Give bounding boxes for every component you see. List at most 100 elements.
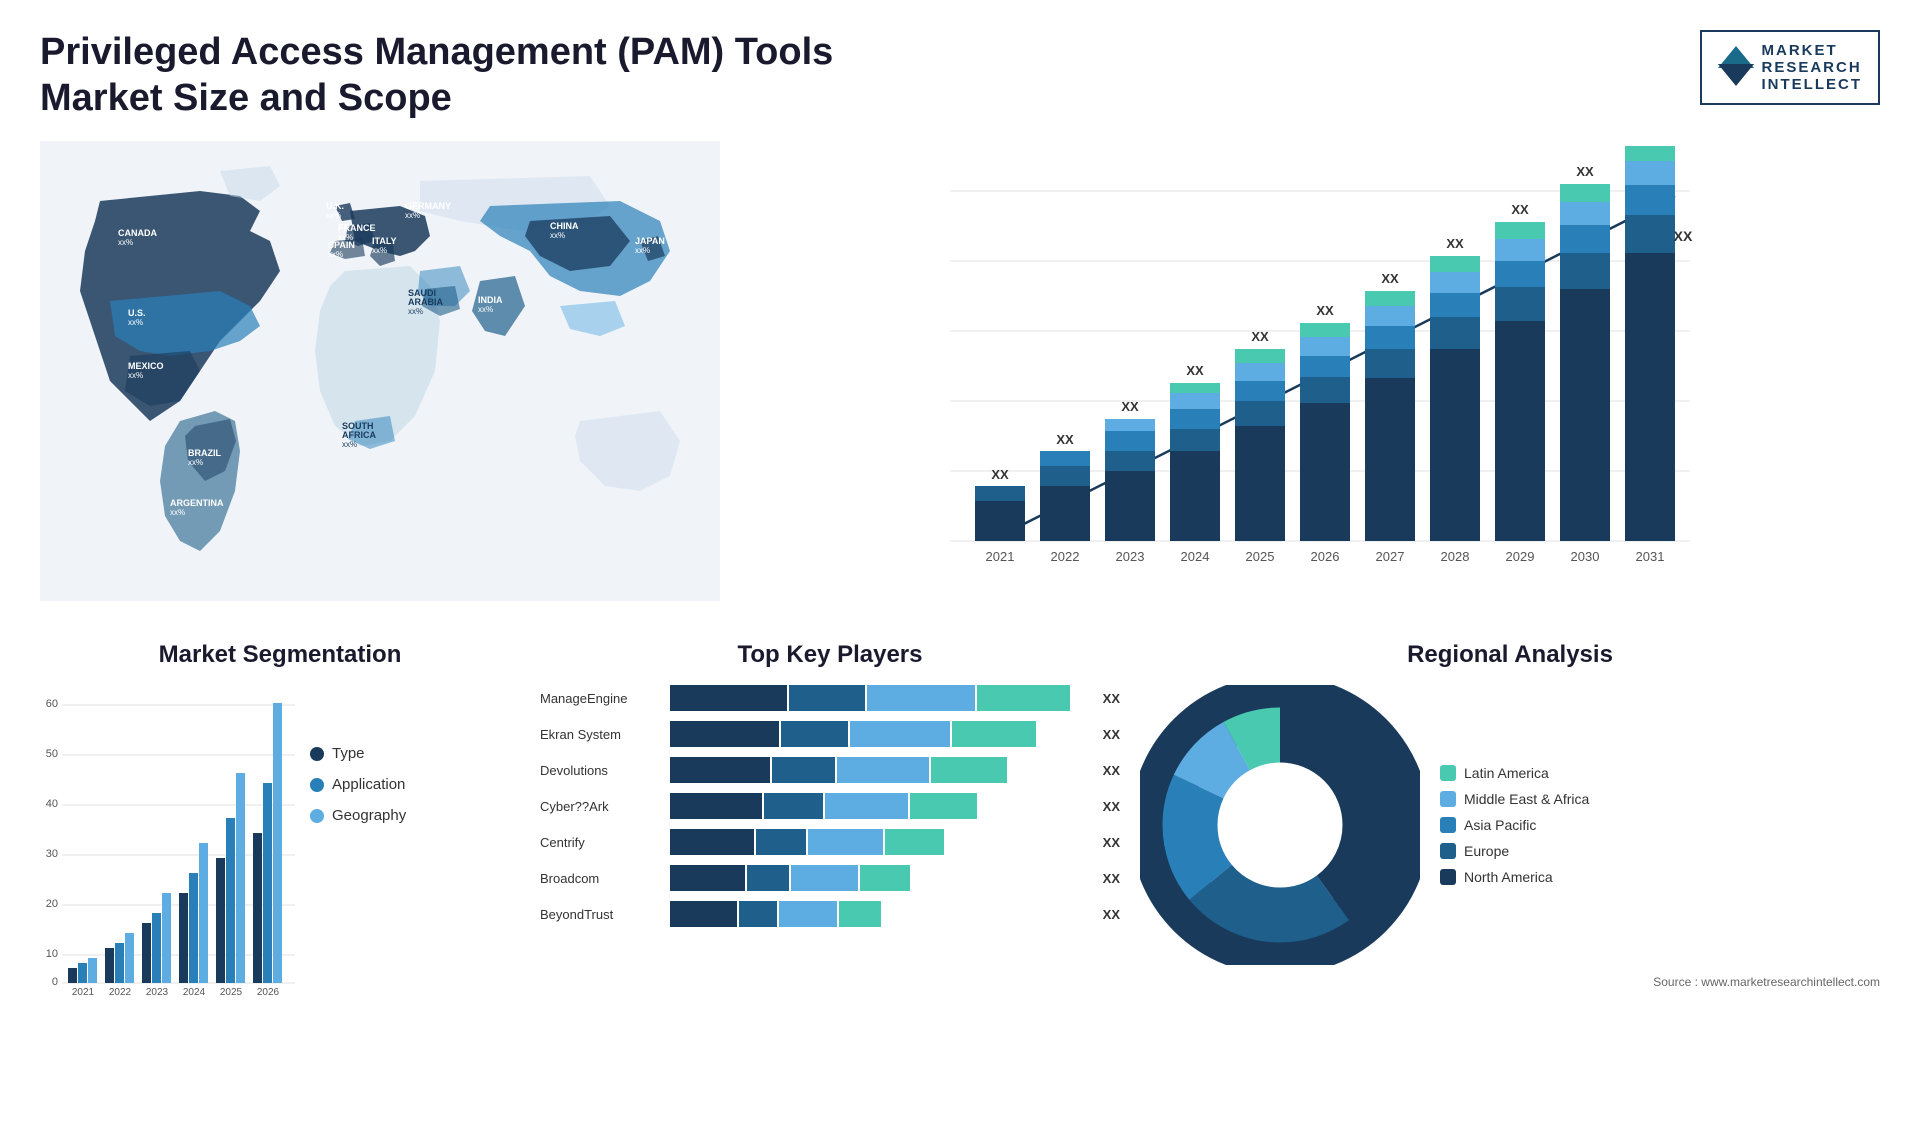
player-xx-centrify: XX (1103, 835, 1120, 850)
svg-text:2022: 2022 (1051, 549, 1080, 564)
svg-text:2028: 2028 (1441, 549, 1470, 564)
player-bar-manageengine (670, 685, 1089, 711)
legend-label-application: Application (332, 776, 405, 793)
player-name-cyberark: Cyber??Ark (540, 799, 660, 814)
legend-label-type: Type (332, 745, 365, 762)
player-row-beyondtrust: BeyondTrust XX (540, 901, 1120, 927)
svg-text:2021: 2021 (72, 987, 95, 995)
player-name-manageengine: ManageEngine (540, 691, 660, 706)
country-france: FRANCE (338, 223, 376, 233)
svg-text:XX: XX (1186, 363, 1204, 378)
player-row-broadcom: Broadcom XX (540, 865, 1120, 891)
svg-text:xx%: xx% (372, 246, 387, 255)
reg-dot-latin (1440, 765, 1456, 781)
svg-text:50: 50 (46, 748, 58, 760)
header: Privileged Access Management (PAM) Tools… (40, 30, 1880, 121)
svg-text:2025: 2025 (1246, 549, 1275, 564)
bar-chart-container: XX 2021 XX 2022 XX 2023 (740, 141, 1880, 601)
donut-container: Latin America Middle East & Africa Asia … (1140, 685, 1880, 965)
svg-text:XX: XX (1511, 202, 1529, 217)
svg-text:XX: XX (1381, 271, 1399, 286)
players-section: Top Key Players ManageEngine XX Ekran Sy… (540, 641, 1120, 1041)
svg-text:60: 60 (46, 698, 58, 710)
country-canada: CANADA (118, 228, 157, 238)
players-title: Top Key Players (540, 641, 1120, 669)
reg-label-northamerica: North America (1464, 869, 1553, 885)
regional-title: Regional Analysis (1140, 641, 1880, 669)
segmentation-title: Market Segmentation (40, 641, 520, 669)
bar-chart-svg: XX 2021 XX 2022 XX 2023 (740, 141, 1880, 601)
svg-text:xx%: xx% (188, 458, 203, 467)
player-xx-cyberark: XX (1103, 799, 1120, 814)
svg-text:ARABIA: ARABIA (408, 297, 443, 307)
svg-text:xx%: xx% (326, 211, 341, 220)
logo: MARKET RESEARCH INTELLECT (1700, 30, 1881, 105)
reg-label-mea: Middle East & Africa (1464, 791, 1589, 807)
legend-type: Type (310, 745, 406, 762)
reg-dot-mea (1440, 791, 1456, 807)
player-name-beyondtrust: BeyondTrust (540, 907, 660, 922)
svg-text:20: 20 (46, 898, 58, 910)
svg-text:xx%: xx% (128, 371, 143, 380)
svg-text:XX: XX (1251, 329, 1269, 344)
svg-text:XX: XX (1576, 164, 1594, 179)
reg-legend-northamerica: North America (1440, 869, 1589, 885)
top-section: CANADA xx% U.S. xx% MEXICO xx% BRAZIL xx… (40, 141, 1880, 611)
country-germany: GERMANY (405, 201, 451, 211)
svg-text:2026: 2026 (1311, 549, 1340, 564)
country-china: CHINA (550, 221, 579, 231)
svg-text:xx%: xx% (342, 440, 357, 449)
svg-text:xx%: xx% (118, 238, 133, 247)
svg-text:2025: 2025 (220, 987, 243, 995)
country-spain: SPAIN (328, 240, 355, 250)
page-container: Privileged Access Management (PAM) Tools… (0, 0, 1920, 1146)
legend-dot-application (310, 778, 324, 792)
svg-text:2031: 2031 (1636, 549, 1665, 564)
logo-line3: INTELLECT (1762, 76, 1863, 93)
reg-dot-apac (1440, 817, 1456, 833)
player-bar-devolutions (670, 757, 1089, 783)
player-bar-broadcom (670, 865, 1089, 891)
legend-dot-geography (310, 809, 324, 823)
bottom-section: Market Segmentation 60 50 40 30 20 10 0 (40, 641, 1880, 1041)
player-name-centrify: Centrify (540, 835, 660, 850)
svg-text:2023: 2023 (146, 987, 169, 995)
svg-text:XX: XX (991, 467, 1009, 482)
country-brazil: BRAZIL (188, 448, 221, 458)
svg-text:XX: XX (1121, 399, 1139, 414)
seg-chart-svg: 60 50 40 30 20 10 0 (40, 685, 300, 995)
player-xx-devolutions: XX (1103, 763, 1120, 778)
svg-text:40: 40 (46, 798, 58, 810)
country-italy: ITALY (372, 236, 397, 246)
reg-legend-apac: Asia Pacific (1440, 817, 1589, 833)
seg-legend: Type Application Geography (310, 745, 406, 824)
player-name-ekran: Ekran System (540, 727, 660, 742)
player-xx-beyondtrust: XX (1103, 907, 1120, 922)
player-xx-manageengine: XX (1103, 691, 1120, 706)
svg-text:30: 30 (46, 848, 58, 860)
legend-label-geography: Geography (332, 807, 406, 824)
player-row-devolutions: Devolutions XX (540, 757, 1120, 783)
svg-text:xx%: xx% (128, 318, 143, 327)
player-xx-broadcom: XX (1103, 871, 1120, 886)
world-map-svg: CANADA xx% U.S. xx% MEXICO xx% BRAZIL xx… (40, 141, 720, 601)
svg-text:XX: XX (1316, 303, 1334, 318)
legend-application: Application (310, 776, 406, 793)
player-row-manageengine: ManageEngine XX (540, 685, 1120, 711)
regional-section: Regional Analysis (1140, 641, 1880, 1041)
player-bar-beyondtrust (670, 901, 1089, 927)
player-name-devolutions: Devolutions (540, 763, 660, 778)
svg-text:10: 10 (46, 948, 58, 960)
svg-text:2030: 2030 (1571, 549, 1600, 564)
legend-geography: Geography (310, 807, 406, 824)
svg-text:2029: 2029 (1506, 549, 1535, 564)
player-bar-centrify (670, 829, 1089, 855)
source-text: Source : www.marketresearchintellect.com (1140, 975, 1880, 989)
page-title: Privileged Access Management (PAM) Tools… (40, 30, 860, 121)
reg-legend-latin: Latin America (1440, 765, 1589, 781)
player-xx-ekran: XX (1103, 727, 1120, 742)
player-bar-ekran (670, 721, 1089, 747)
player-name-broadcom: Broadcom (540, 871, 660, 886)
regional-legend: Latin America Middle East & Africa Asia … (1440, 765, 1589, 885)
segmentation-section: Market Segmentation 60 50 40 30 20 10 0 (40, 641, 520, 1041)
